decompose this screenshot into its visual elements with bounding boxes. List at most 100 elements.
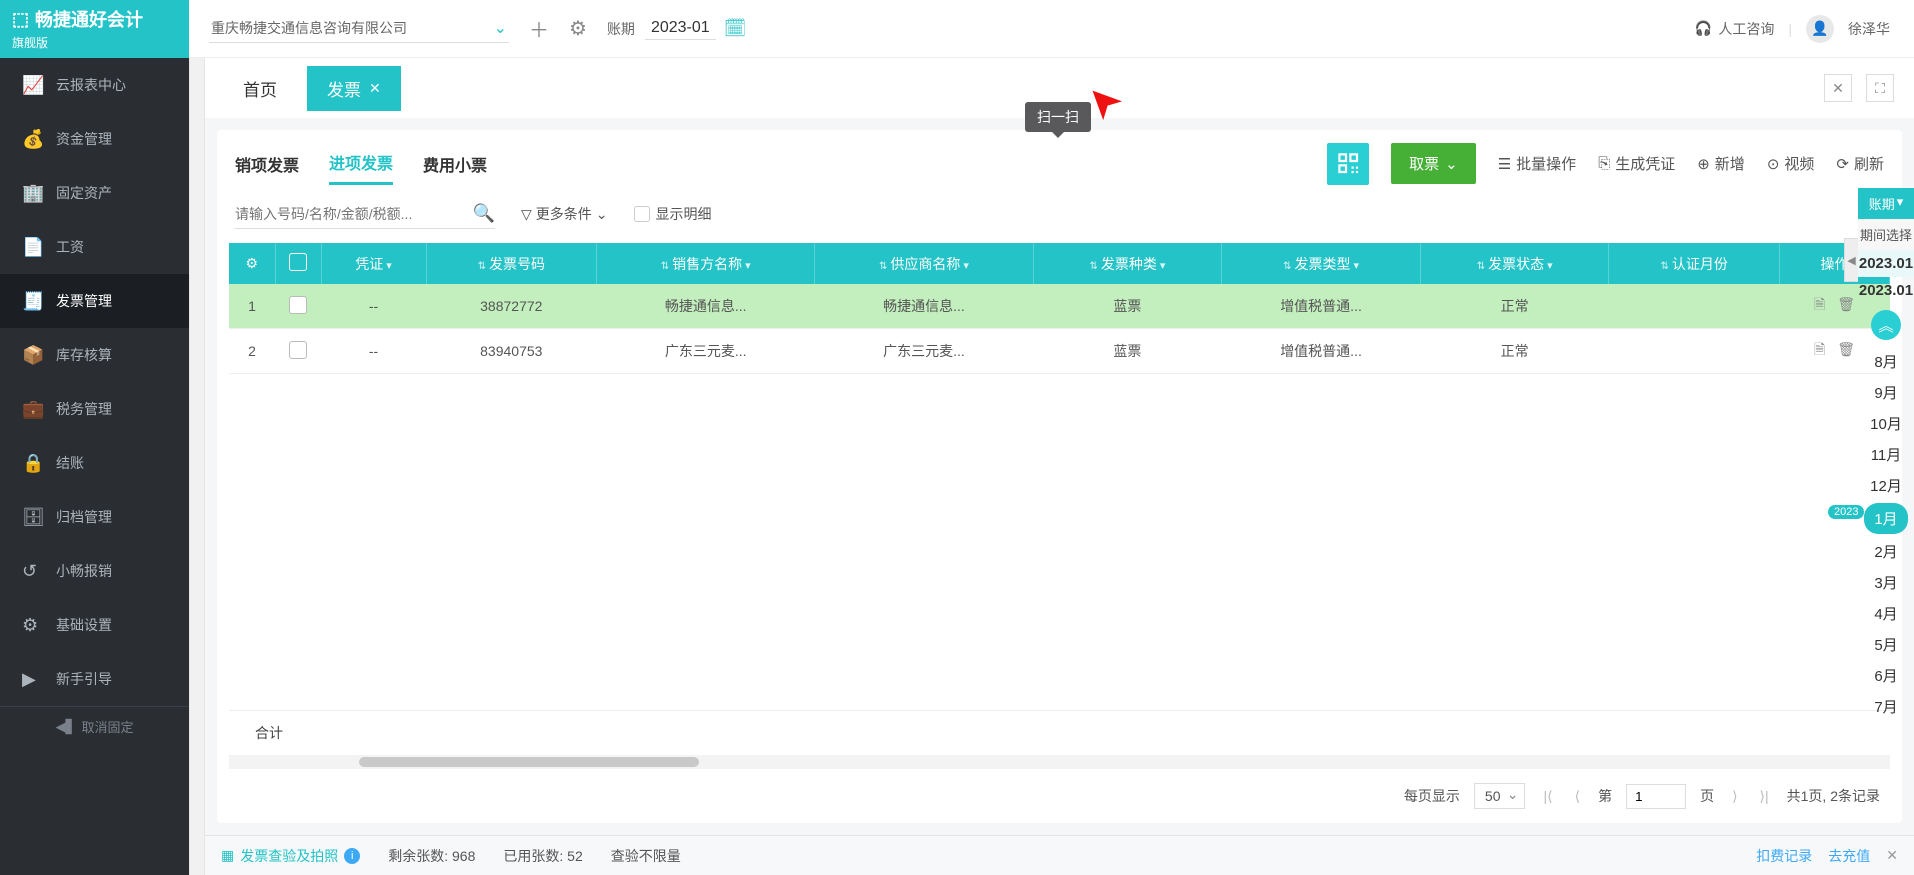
horizontal-scrollbar[interactable] bbox=[229, 755, 1890, 769]
user-name[interactable]: 徐泽华 bbox=[1848, 19, 1890, 39]
footer-bar: ▦发票查验及拍照i 剩余张数: 968 已用张数: 52 查验不限量 扣费记录 … bbox=[205, 835, 1914, 875]
th-kind[interactable]: ⇅发票种类▾ bbox=[1033, 243, 1222, 284]
month-option[interactable]: 7月 bbox=[1858, 691, 1914, 722]
month-option[interactable]: 8月 bbox=[1858, 346, 1914, 377]
tab-invoice[interactable]: 发票 ✕ bbox=[307, 66, 401, 111]
row-checkbox[interactable] bbox=[289, 341, 307, 359]
gen-voucher-button[interactable]: ⎘生成凭证 bbox=[1598, 153, 1675, 174]
month-option[interactable]: 10月 bbox=[1858, 408, 1914, 439]
table-row[interactable]: 2 -- 83940753 广东三元麦... 广东三元麦... 蓝票 增值税普通… bbox=[229, 329, 1890, 374]
collapse-months-handle[interactable]: ◀ bbox=[1844, 238, 1858, 282]
month-option[interactable]: 4月 bbox=[1858, 598, 1914, 629]
filter-icon: ▾ bbox=[386, 260, 392, 272]
delete-icon[interactable]: 🗑 bbox=[1837, 296, 1855, 312]
scrollbar-thumb[interactable] bbox=[359, 757, 699, 767]
th-settings[interactable]: ⚙ bbox=[229, 243, 275, 284]
search-icon[interactable]: 🔍 bbox=[473, 203, 495, 224]
th-supplier[interactable]: ⇅供应商名称▾ bbox=[815, 243, 1033, 284]
gear-icon: ⚙ bbox=[22, 615, 42, 636]
sidebar-item-guide[interactable]: ▶新手引导 bbox=[0, 652, 189, 706]
period-value[interactable]: 2023-01 bbox=[645, 17, 716, 40]
th-status[interactable]: ⇅发票状态▾ bbox=[1420, 243, 1609, 284]
chevron-down-icon: ⌄ bbox=[596, 206, 608, 223]
recharge-link[interactable]: 去充值 bbox=[1828, 846, 1870, 866]
per-page-select[interactable]: 50 bbox=[1474, 783, 1526, 809]
cell-seller: 广东三元麦... bbox=[597, 329, 815, 374]
new-button[interactable]: ⊕新增 bbox=[1697, 153, 1745, 174]
scan-icon: ▦ bbox=[221, 847, 234, 864]
avatar[interactable]: 👤 bbox=[1806, 15, 1834, 43]
filter-icon: ▾ bbox=[1547, 260, 1553, 272]
fullscreen-button[interactable]: ⛶ bbox=[1866, 74, 1894, 102]
close-tab-icon[interactable]: ✕ bbox=[369, 80, 381, 97]
th-seller[interactable]: ⇅销售方名称▾ bbox=[597, 243, 815, 284]
sidebar-unpin[interactable]: ◀▋取消固定 bbox=[0, 706, 189, 746]
sidebar-item-reimburse[interactable]: ↺小畅报销 bbox=[0, 544, 189, 598]
sidebar-item-tax[interactable]: 💼税务管理 bbox=[0, 382, 189, 436]
year-option[interactable]: 2023.01 bbox=[1858, 277, 1914, 304]
footer-title[interactable]: ▦发票查验及拍照i bbox=[221, 846, 360, 866]
month-option[interactable]: 9月 bbox=[1858, 377, 1914, 408]
first-page-button[interactable]: |⟨ bbox=[1539, 788, 1556, 805]
close-footer-icon[interactable]: ✕ bbox=[1886, 847, 1898, 864]
view-icon[interactable]: 🗎 bbox=[1814, 296, 1825, 312]
month-option[interactable]: 12月 bbox=[1858, 470, 1914, 501]
prev-page-button[interactable]: ⟨ bbox=[1571, 788, 1584, 805]
show-detail-toggle[interactable]: 显示明细 bbox=[634, 204, 712, 224]
page-input[interactable] bbox=[1626, 784, 1686, 809]
delete-icon[interactable]: 🗑 bbox=[1837, 341, 1855, 357]
scan-qr-button[interactable] bbox=[1327, 143, 1369, 185]
sidebar-item-fixed-assets[interactable]: 🏢固定资产 bbox=[0, 166, 189, 220]
video-button[interactable]: ⊙视频 bbox=[1767, 153, 1815, 174]
row-checkbox[interactable] bbox=[289, 296, 307, 314]
calendar-icon[interactable]: 🗓 bbox=[724, 18, 747, 39]
view-icon[interactable]: 🗎 bbox=[1814, 341, 1825, 357]
fetch-invoice-button[interactable]: 取票⌄ bbox=[1391, 143, 1476, 184]
month-option[interactable]: 3月 bbox=[1858, 567, 1914, 598]
sidebar-scrollbar[interactable] bbox=[189, 58, 205, 875]
period-label: 账期 bbox=[607, 19, 635, 39]
th-number[interactable]: ⇅发票号码 bbox=[426, 243, 597, 284]
sidebar-item-inventory[interactable]: 📦库存核算 bbox=[0, 328, 189, 382]
year-option[interactable]: 2023.01 bbox=[1858, 250, 1914, 277]
tab-home[interactable]: 首页 bbox=[223, 66, 297, 111]
th-auth-month[interactable]: ⇅认证月份 bbox=[1609, 243, 1780, 284]
cell-kind: 蓝票 bbox=[1033, 284, 1222, 329]
support-link[interactable]: 🎧 人工咨询 bbox=[1695, 19, 1774, 39]
search-input[interactable] bbox=[235, 206, 473, 222]
close-all-button[interactable]: ✕ bbox=[1824, 74, 1852, 102]
sidebar-item-archive[interactable]: 🗄归档管理 bbox=[0, 490, 189, 544]
info-icon: i bbox=[344, 848, 360, 864]
add-icon[interactable]: ＋ bbox=[529, 14, 549, 43]
subtab-purchase[interactable]: 进项发票 bbox=[329, 142, 393, 185]
more-conditions[interactable]: ▽更多条件⌄ bbox=[521, 204, 608, 224]
table-row[interactable]: 1 -- 38872772 畅捷通信息... 畅捷通信息... 蓝票 增值税普通… bbox=[229, 284, 1890, 329]
refresh-button[interactable]: ⟳刷新 bbox=[1836, 153, 1884, 174]
subtab-expense[interactable]: 费用小票 bbox=[423, 144, 487, 184]
month-option[interactable]: 6月 bbox=[1858, 660, 1914, 691]
month-option[interactable]: 2月 bbox=[1858, 536, 1914, 567]
th-type[interactable]: ⇅发票类型▾ bbox=[1222, 243, 1421, 284]
month-option[interactable]: 5月 bbox=[1858, 629, 1914, 660]
sidebar-item-invoice[interactable]: 🧾发票管理 bbox=[0, 274, 189, 328]
used-label: 已用张数: bbox=[503, 848, 563, 864]
th-checkbox[interactable] bbox=[275, 243, 321, 284]
sidebar-item-reports[interactable]: 📈云报表中心 bbox=[0, 58, 189, 112]
period-dropdown[interactable]: 账期▾ bbox=[1858, 188, 1914, 219]
scroll-up-button[interactable]: ︽ bbox=[1871, 310, 1901, 340]
month-option[interactable]: 1月2023 bbox=[1864, 503, 1908, 534]
settings-icon[interactable]: ⚙ bbox=[569, 16, 587, 41]
sidebar-item-salary[interactable]: 📄工资 bbox=[0, 220, 189, 274]
last-page-button[interactable]: ⟩| bbox=[1756, 788, 1773, 805]
sidebar-item-closing[interactable]: 🔒结账 bbox=[0, 436, 189, 490]
subtab-sales[interactable]: 销项发票 bbox=[235, 144, 299, 184]
sidebar-item-funds[interactable]: 💰资金管理 bbox=[0, 112, 189, 166]
month-option[interactable]: 11月 bbox=[1858, 439, 1914, 470]
th-voucher[interactable]: 凭证▾ bbox=[321, 243, 426, 284]
batch-ops-button[interactable]: ☰批量操作 bbox=[1498, 153, 1576, 174]
search-input-wrap[interactable]: 🔍 bbox=[235, 199, 495, 229]
billing-link[interactable]: 扣费记录 bbox=[1756, 846, 1812, 866]
sidebar-item-settings[interactable]: ⚙基础设置 bbox=[0, 598, 189, 652]
company-selector[interactable]: 重庆畅捷交通信息咨询有限公司 ⌄ bbox=[209, 14, 509, 43]
next-page-button[interactable]: ⟩ bbox=[1728, 788, 1741, 805]
